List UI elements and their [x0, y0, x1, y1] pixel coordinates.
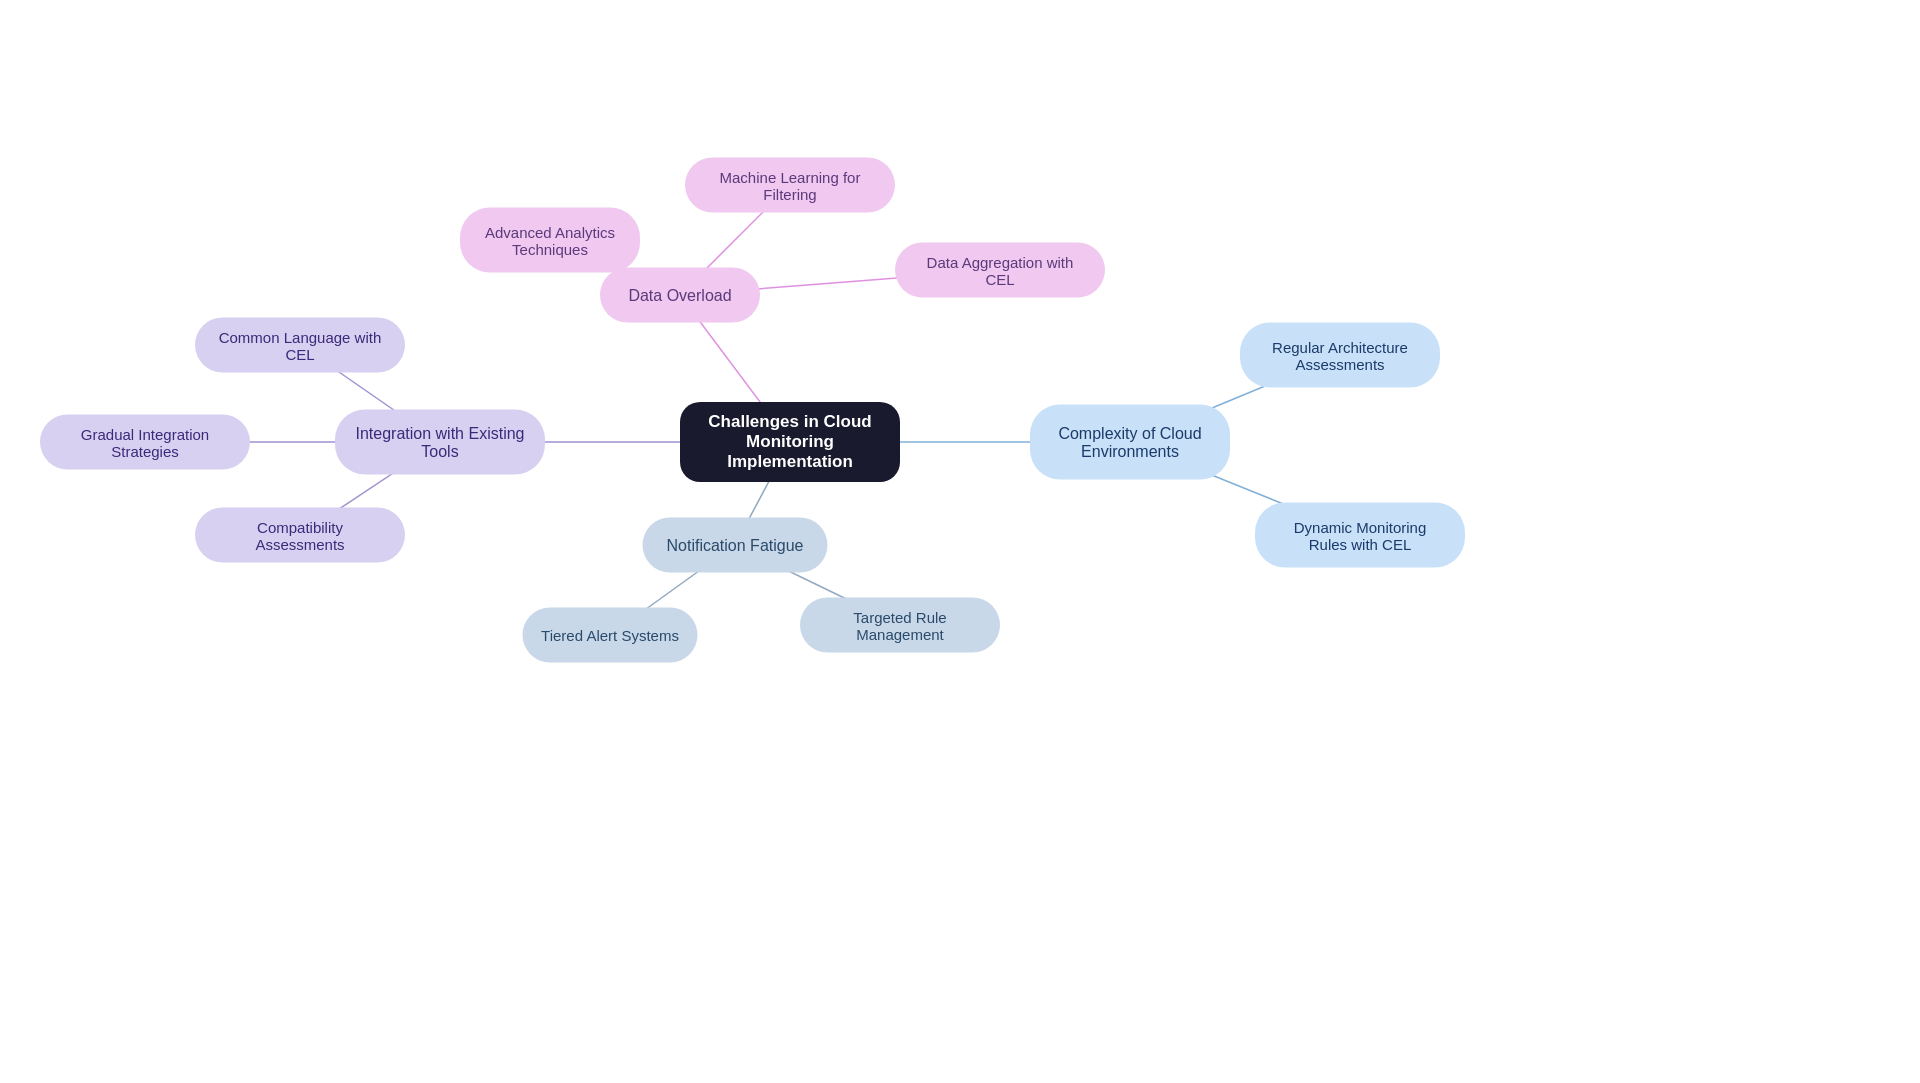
- dynamic-monitoring-node[interactable]: Dynamic Monitoring Rules with CEL: [1255, 503, 1465, 568]
- compatibility-node[interactable]: Compatibility Assessments: [195, 508, 405, 563]
- complexity-cloud-node[interactable]: Complexity of Cloud Environments: [1030, 405, 1230, 480]
- targeted-rule-node[interactable]: Targeted Rule Management: [800, 598, 1000, 653]
- advanced-analytics-node[interactable]: Advanced Analytics Techniques: [460, 208, 640, 273]
- machine-learning-node[interactable]: Machine Learning for Filtering: [685, 158, 895, 213]
- regular-architecture-node[interactable]: Regular Architecture Assessments: [1240, 323, 1440, 388]
- center-node[interactable]: Challenges in Cloud Monitoring Implement…: [680, 402, 900, 482]
- tiered-alert-node[interactable]: Tiered Alert Systems: [523, 608, 698, 663]
- integration-tools-node[interactable]: Integration with Existing Tools: [335, 410, 545, 475]
- gradual-integration-node[interactable]: Gradual Integration Strategies: [40, 415, 250, 470]
- data-aggregation-node[interactable]: Data Aggregation with CEL: [895, 243, 1105, 298]
- common-language-node[interactable]: Common Language with CEL: [195, 318, 405, 373]
- mind-map-container: Challenges in Cloud Monitoring Implement…: [0, 0, 1920, 1083]
- data-overload-node[interactable]: Data Overload: [600, 268, 760, 323]
- notification-fatigue-node[interactable]: Notification Fatigue: [643, 518, 828, 573]
